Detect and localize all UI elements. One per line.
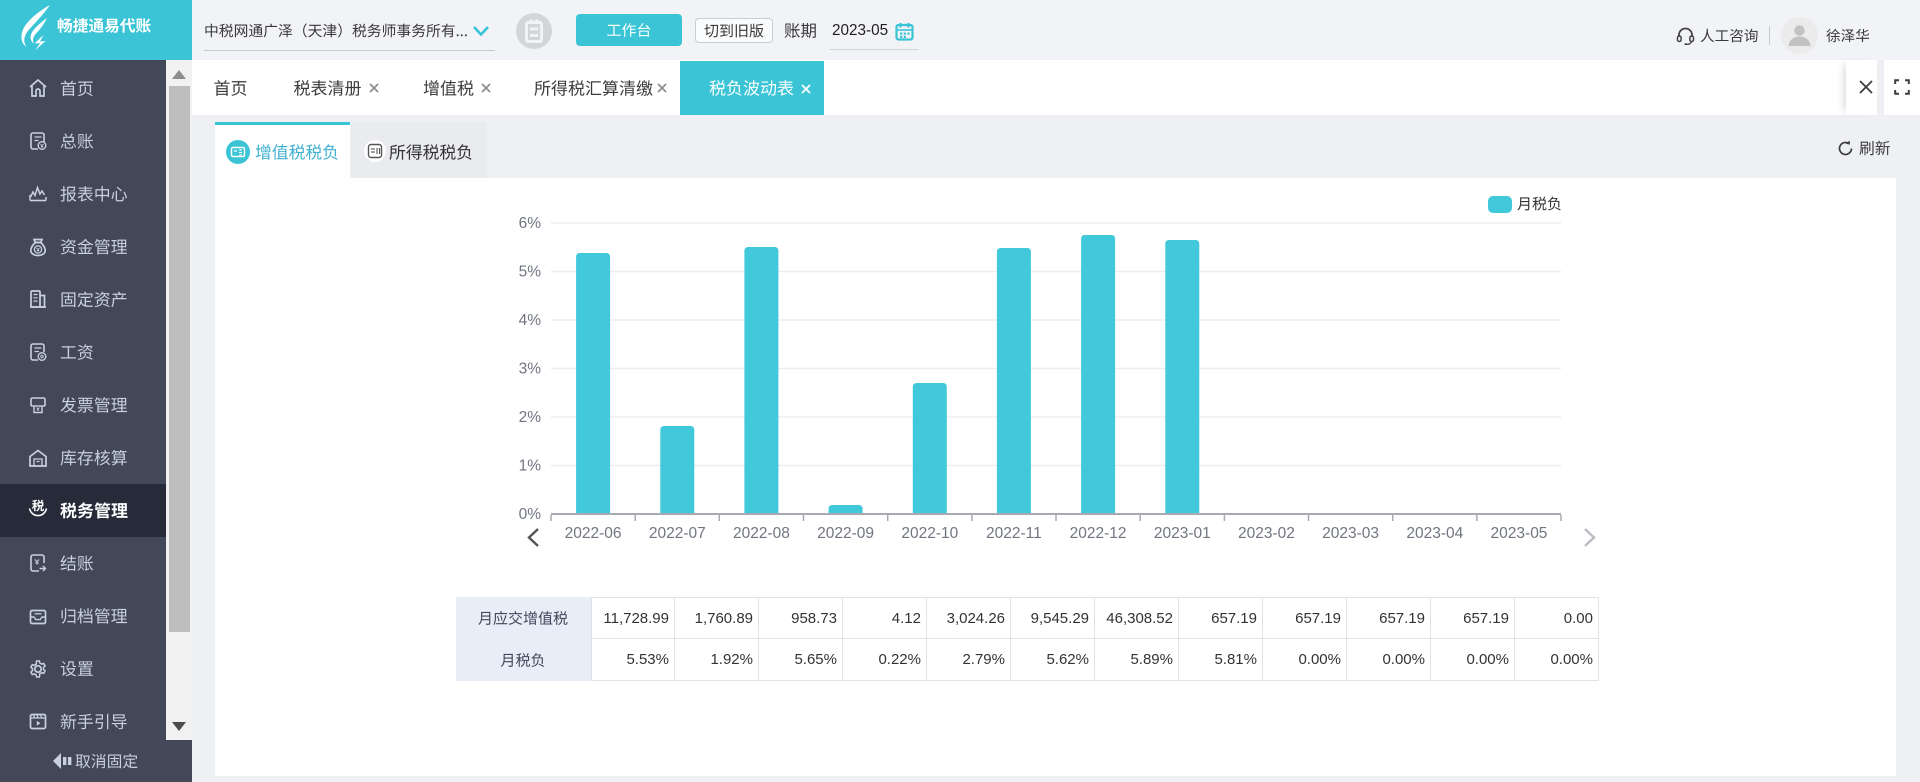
svg-text:2023-02: 2023-02 <box>1238 525 1295 542</box>
svg-text:3%: 3% <box>519 361 542 378</box>
svg-text:2022-12: 2022-12 <box>1070 525 1127 542</box>
svg-text:2023-03: 2023-03 <box>1322 525 1379 542</box>
svg-text:6%: 6% <box>519 215 542 232</box>
svg-text:2023-04: 2023-04 <box>1406 525 1463 542</box>
svg-text:2%: 2% <box>519 409 542 426</box>
svg-text:4%: 4% <box>519 312 542 329</box>
svg-text:2022-06: 2022-06 <box>565 525 622 542</box>
svg-text:2022-07: 2022-07 <box>649 525 706 542</box>
svg-text:5%: 5% <box>519 264 542 281</box>
svg-text:2022-09: 2022-09 <box>817 525 874 542</box>
svg-text:2022-11: 2022-11 <box>986 525 1042 542</box>
svg-text:0%: 0% <box>519 506 542 523</box>
svg-text:2022-08: 2022-08 <box>733 525 790 542</box>
svg-text:1%: 1% <box>519 458 542 475</box>
svg-text:2023-01: 2023-01 <box>1154 525 1211 542</box>
svg-text:2023-05: 2023-05 <box>1491 525 1548 542</box>
svg-text:2022-10: 2022-10 <box>901 525 958 542</box>
